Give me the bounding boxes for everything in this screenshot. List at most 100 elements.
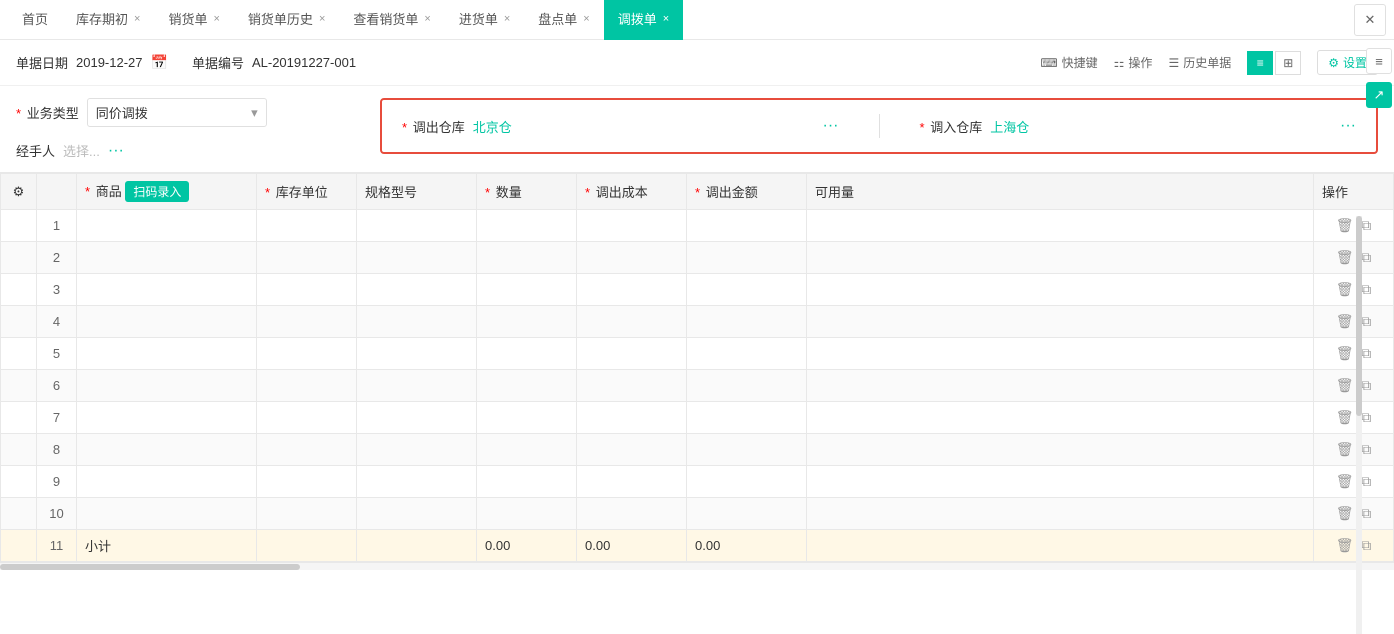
row-cost-cell[interactable] xyxy=(577,306,687,338)
tab-transfer[interactable]: 调拨单 × xyxy=(604,0,683,40)
window-close-button[interactable]: ✕ xyxy=(1354,4,1386,36)
row-unit-cell[interactable] xyxy=(257,338,357,370)
row-amount-cell[interactable] xyxy=(687,210,807,242)
row-spec-cell[interactable] xyxy=(357,370,477,402)
expand-icon[interactable]: ↗ xyxy=(1366,82,1392,108)
row-qty-cell[interactable] xyxy=(477,306,577,338)
copy-icon[interactable]: ⧉ xyxy=(1361,377,1371,393)
row-product-cell[interactable] xyxy=(77,402,257,434)
row-amount-cell[interactable] xyxy=(687,466,807,498)
copy-icon[interactable]: ⧉ xyxy=(1361,313,1371,329)
scrollbar-thumb[interactable] xyxy=(0,564,300,570)
th-gear[interactable]: ⚙ xyxy=(1,174,37,210)
row-amount-cell[interactable] xyxy=(687,434,807,466)
warehouse-in-value[interactable]: 上海仓 xyxy=(990,117,1324,136)
copy-icon[interactable]: ⧉ xyxy=(1361,409,1371,425)
warehouse-in-more-icon[interactable]: ··· xyxy=(1340,117,1356,135)
notes-icon[interactable]: ≡ xyxy=(1366,48,1392,74)
row-amount-cell[interactable] xyxy=(687,242,807,274)
business-type-select[interactable]: 同价调拨 ▾ xyxy=(87,98,267,127)
row-qty-cell[interactable] xyxy=(477,498,577,530)
history-action[interactable]: ☰ 历史单据 xyxy=(1168,54,1231,71)
row-unit-cell[interactable] xyxy=(257,466,357,498)
vertical-scrollbar-thumb[interactable] xyxy=(1356,216,1362,416)
row-product-cell[interactable] xyxy=(77,466,257,498)
tab-view-sales-close[interactable]: × xyxy=(424,13,430,25)
row-qty-cell[interactable] xyxy=(477,466,577,498)
row-product-cell[interactable] xyxy=(77,338,257,370)
row-amount-cell[interactable] xyxy=(687,370,807,402)
row-spec-cell[interactable] xyxy=(357,274,477,306)
row-spec-cell[interactable] xyxy=(357,498,477,530)
tab-view-sales[interactable]: 查看销货单 × xyxy=(339,0,444,40)
warehouse-out-value[interactable]: 北京仓 xyxy=(473,117,807,136)
tab-transfer-close[interactable]: × xyxy=(663,13,669,25)
row-product-cell[interactable] xyxy=(77,242,257,274)
scan-entry-button[interactable]: 扫码录入 xyxy=(125,181,189,202)
row-cost-cell[interactable] xyxy=(577,498,687,530)
copy-icon[interactable]: ⧉ xyxy=(1361,249,1371,265)
person-more-icon[interactable]: ··· xyxy=(108,142,124,160)
row-qty-cell[interactable] xyxy=(477,338,577,370)
row-amount-cell[interactable] xyxy=(687,338,807,370)
delete-icon[interactable]: 🗑 xyxy=(1336,345,1354,361)
copy-icon[interactable]: ⧉ xyxy=(1361,441,1371,457)
delete-icon[interactable]: 🗑 xyxy=(1336,377,1354,393)
tab-sales-history-close[interactable]: × xyxy=(319,13,325,25)
delete-icon[interactable]: 🗑 xyxy=(1336,409,1354,425)
row-unit-cell[interactable] xyxy=(257,306,357,338)
row-cost-cell[interactable] xyxy=(577,210,687,242)
row-product-cell[interactable] xyxy=(77,274,257,306)
tab-purchase-order[interactable]: 进货单 × xyxy=(445,0,524,40)
tab-inventory-count-close[interactable]: × xyxy=(583,13,589,25)
delete-icon[interactable]: 🗑 xyxy=(1336,217,1354,233)
tab-sales-history[interactable]: 销货单历史 × xyxy=(234,0,339,40)
row-spec-cell[interactable] xyxy=(357,402,477,434)
row-qty-cell[interactable] xyxy=(477,274,577,306)
row-cost-cell[interactable] xyxy=(577,434,687,466)
row-unit-cell[interactable] xyxy=(257,210,357,242)
row-spec-cell[interactable] xyxy=(357,338,477,370)
row-qty-cell[interactable] xyxy=(477,210,577,242)
row-cost-cell[interactable] xyxy=(577,370,687,402)
row-unit-cell[interactable] xyxy=(257,434,357,466)
copy-icon[interactable]: ⧉ xyxy=(1361,505,1371,521)
row-product-cell[interactable] xyxy=(77,210,257,242)
row-spec-cell[interactable] xyxy=(357,242,477,274)
tab-inventory-init-close[interactable]: × xyxy=(134,13,140,25)
row-unit-cell[interactable] xyxy=(257,242,357,274)
vertical-scrollbar[interactable] xyxy=(1356,216,1362,634)
tab-inventory-count[interactable]: 盘点单 × xyxy=(524,0,603,40)
row-amount-cell[interactable] xyxy=(687,402,807,434)
delete-icon[interactable]: 🗑 xyxy=(1336,249,1354,265)
row-amount-cell[interactable] xyxy=(687,274,807,306)
row-cost-cell[interactable] xyxy=(577,466,687,498)
row-unit-cell[interactable] xyxy=(257,274,357,306)
tab-home[interactable]: 首页 xyxy=(8,0,62,40)
copy-icon[interactable]: ⧉ xyxy=(1361,537,1371,553)
delete-icon[interactable]: 🗑 xyxy=(1336,441,1354,457)
row-product-cell[interactable] xyxy=(77,370,257,402)
shortcut-action[interactable]: ⌨ 快捷键 xyxy=(1040,54,1097,71)
delete-icon[interactable]: 🗑 xyxy=(1336,313,1354,329)
row-unit-cell[interactable] xyxy=(257,498,357,530)
row-cost-cell[interactable] xyxy=(577,242,687,274)
grid-view-button[interactable]: ⊞ xyxy=(1275,51,1301,75)
tab-purchase-order-close[interactable]: × xyxy=(504,13,510,25)
row-cost-cell[interactable] xyxy=(577,274,687,306)
tab-inventory-init[interactable]: 库存期初 × xyxy=(62,0,154,40)
horizontal-scrollbar[interactable] xyxy=(0,562,1394,570)
row-cost-cell[interactable] xyxy=(577,338,687,370)
row-qty-cell[interactable] xyxy=(477,402,577,434)
calendar-icon[interactable]: 📅 xyxy=(151,54,168,71)
row-product-cell[interactable] xyxy=(77,434,257,466)
copy-icon[interactable]: ⧉ xyxy=(1361,473,1371,489)
row-amount-cell[interactable] xyxy=(687,306,807,338)
row-spec-cell[interactable] xyxy=(357,210,477,242)
tab-sales-order[interactable]: 销货单 × xyxy=(154,0,233,40)
operations-action[interactable]: ⚏ 操作 xyxy=(1114,54,1153,71)
row-unit-cell[interactable] xyxy=(257,402,357,434)
delete-icon[interactable]: 🗑 xyxy=(1336,505,1354,521)
row-qty-cell[interactable] xyxy=(477,370,577,402)
delete-icon[interactable]: 🗑 xyxy=(1336,281,1354,297)
